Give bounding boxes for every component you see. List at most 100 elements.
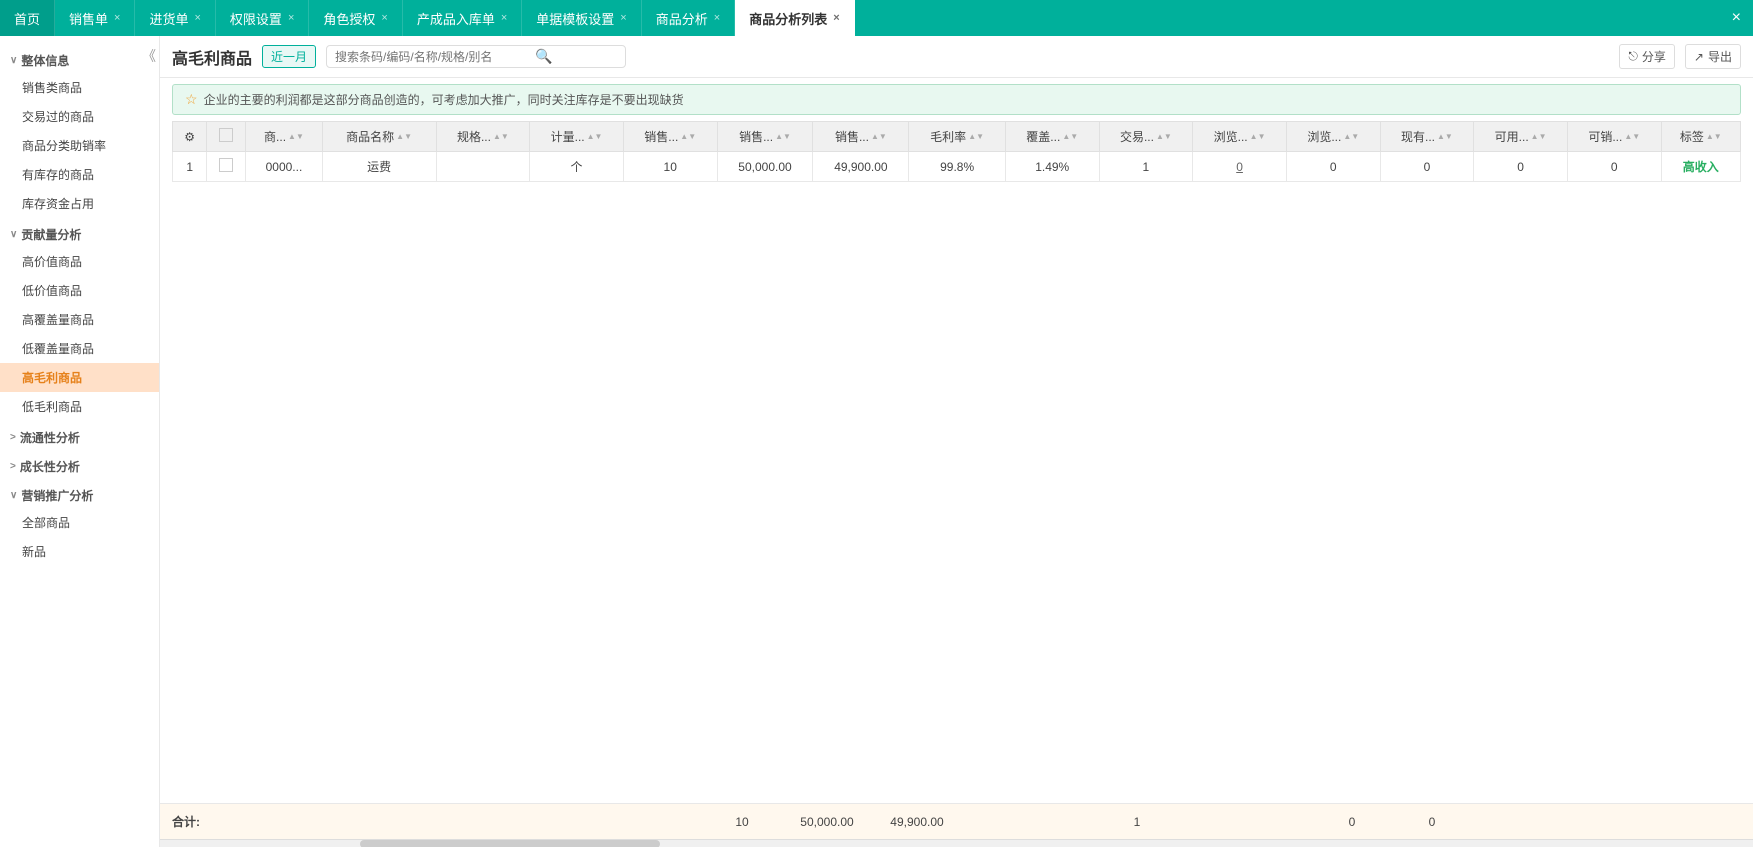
sort-icon-browse1[interactable]: ▲▼ bbox=[1250, 133, 1266, 141]
footer-cells: 1050,000.0049,900.00100 bbox=[292, 815, 1741, 829]
col-header-browse2[interactable]: 浏览...▲▼ bbox=[1286, 122, 1380, 152]
sidebar-group-流通性分析[interactable]: >流通性分析 bbox=[0, 421, 159, 450]
select-all-checkbox[interactable] bbox=[219, 128, 233, 142]
nav-close-icon[interactable]: × bbox=[288, 12, 294, 24]
nav-item-权限设置[interactable]: 权限设置× bbox=[216, 0, 309, 36]
sort-icon-coverage[interactable]: ▲▼ bbox=[1062, 133, 1078, 141]
nav-item-商品分析[interactable]: 商品分析× bbox=[642, 0, 735, 36]
sort-icon-name[interactable]: ▲▼ bbox=[396, 133, 412, 141]
nav-close-icon[interactable]: × bbox=[833, 12, 839, 24]
nav-item-单据模板设置[interactable]: 单据模板设置× bbox=[522, 0, 641, 36]
nav-close-icon[interactable]: × bbox=[714, 12, 720, 24]
main-layout: 《 ∨整体信息销售类商品交易过的商品商品分类助销率有库存的商品库存资金占用∨贡献… bbox=[0, 36, 1753, 847]
table-wrapper[interactable]: ⚙商...▲▼商品名称▲▼规格...▲▼计量...▲▼销售...▲▼销售...▲… bbox=[160, 121, 1753, 803]
cell-browse1[interactable]: 0 bbox=[1193, 152, 1287, 182]
group-arrow-icon: ∨ bbox=[10, 229, 17, 240]
sidebar-group-贡献量分析[interactable]: ∨贡献量分析 bbox=[0, 218, 159, 247]
nav-close-icon[interactable]: × bbox=[381, 12, 387, 24]
col-header-spec[interactable]: 规格...▲▼ bbox=[436, 122, 530, 152]
sort-icon-margin_rate[interactable]: ▲▼ bbox=[968, 133, 984, 141]
col-header-sales3[interactable]: 销售...▲▼ bbox=[813, 122, 909, 152]
sort-icon-unit[interactable]: ▲▼ bbox=[587, 133, 603, 141]
cell-saleable: 0 bbox=[1567, 152, 1661, 182]
col-header-available[interactable]: 可用...▲▼ bbox=[1474, 122, 1568, 152]
sidebar-item-全部商品[interactable]: 全部商品 bbox=[0, 508, 159, 537]
share-icon: ⎋ bbox=[1628, 49, 1638, 64]
sidebar-item-新品[interactable]: 新品 bbox=[0, 537, 159, 566]
sort-icon-tag[interactable]: ▲▼ bbox=[1706, 133, 1722, 141]
sort-icon-browse2[interactable]: ▲▼ bbox=[1343, 133, 1359, 141]
table-footer: 合计: 1050,000.0049,900.00100 bbox=[160, 803, 1753, 839]
col-header-margin_rate[interactable]: 毛利率▲▼ bbox=[909, 122, 1006, 152]
sidebar-item-有库存的商品[interactable]: 有库存的商品 bbox=[0, 160, 159, 189]
sidebar-group-成长性分析[interactable]: >成长性分析 bbox=[0, 450, 159, 479]
sidebar-item-高覆盖量商品[interactable]: 高覆盖量商品 bbox=[0, 305, 159, 334]
page-title: 高毛利商品 bbox=[172, 45, 252, 69]
col-header-saleable[interactable]: 可销...▲▼ bbox=[1567, 122, 1661, 152]
filter-button[interactable]: 近一月 bbox=[262, 45, 316, 68]
sort-icon-saleable[interactable]: ▲▼ bbox=[1624, 133, 1640, 141]
sidebar-item-商品分类助销率[interactable]: 商品分类助销率 bbox=[0, 131, 159, 160]
sort-icon-spec[interactable]: ▲▼ bbox=[493, 133, 509, 141]
sidebar-item-高毛利商品[interactable]: 高毛利商品 bbox=[0, 363, 159, 392]
sort-icon-available[interactable]: ▲▼ bbox=[1531, 133, 1547, 141]
search-icon[interactable]: 🔍 bbox=[535, 48, 552, 65]
nav-item-角色授权[interactable]: 角色授权× bbox=[309, 0, 402, 36]
nav-item-产成品入库单[interactable]: 产成品入库单× bbox=[403, 0, 522, 36]
sidebar-collapse-button[interactable]: 《 bbox=[139, 46, 159, 66]
col-header-name[interactable]: 商品名称▲▼ bbox=[322, 122, 436, 152]
share-button[interactable]: ⎋ 分享 bbox=[1619, 44, 1675, 69]
nav-item-销售单[interactable]: 销售单× bbox=[55, 0, 135, 36]
export-button[interactable]: ↗ 导出 bbox=[1685, 44, 1741, 69]
footer-label: 合计: bbox=[172, 813, 292, 830]
bottom-scrollbar[interactable] bbox=[160, 839, 1753, 847]
sidebar-item-低覆盖量商品[interactable]: 低覆盖量商品 bbox=[0, 334, 159, 363]
sort-icon-transaction[interactable]: ▲▼ bbox=[1156, 133, 1172, 141]
sort-icon-current[interactable]: ▲▼ bbox=[1437, 133, 1453, 141]
sidebar-item-库存资金占用[interactable]: 库存资金占用 bbox=[0, 189, 159, 218]
nav-close-icon[interactable]: × bbox=[194, 12, 200, 24]
col-header-transaction[interactable]: 交易...▲▼ bbox=[1099, 122, 1193, 152]
group-arrow-icon: ∨ bbox=[10, 55, 17, 66]
col-header-coverage[interactable]: 覆盖...▲▼ bbox=[1005, 122, 1099, 152]
sidebar-item-交易过的商品[interactable]: 交易过的商品 bbox=[0, 102, 159, 131]
sort-icon-sales3[interactable]: ▲▼ bbox=[871, 133, 887, 141]
nav-close-icon[interactable]: × bbox=[114, 12, 120, 24]
col-header-browse1[interactable]: 浏览...▲▼ bbox=[1193, 122, 1287, 152]
nav-item-首页[interactable]: 首页 bbox=[0, 0, 55, 36]
row-checkbox[interactable] bbox=[219, 158, 233, 172]
sort-icon-code[interactable]: ▲▼ bbox=[288, 133, 304, 141]
search-input[interactable] bbox=[335, 50, 535, 64]
nav-item-进货单[interactable]: 进货单× bbox=[135, 0, 215, 36]
col-header-unit[interactable]: 计量...▲▼ bbox=[530, 122, 624, 152]
close-all-tabs-button[interactable]: × bbox=[1720, 0, 1753, 36]
col-header-current[interactable]: 现有...▲▼ bbox=[1380, 122, 1474, 152]
cell-sales3: 49,900.00 bbox=[813, 152, 909, 182]
scrollbar-thumb[interactable] bbox=[360, 840, 660, 847]
sort-icon-sales2[interactable]: ▲▼ bbox=[775, 133, 791, 141]
cell-checkbox[interactable] bbox=[207, 152, 246, 182]
nav-close-icon[interactable]: × bbox=[501, 12, 507, 24]
sidebar-item-高价值商品[interactable]: 高价值商品 bbox=[0, 247, 159, 276]
cell-spec bbox=[436, 152, 530, 182]
settings-icon[interactable]: ⚙ bbox=[184, 130, 195, 144]
sort-icon-sales1[interactable]: ▲▼ bbox=[680, 133, 696, 141]
export-icon: ↗ bbox=[1694, 50, 1704, 64]
sidebar-item-低毛利商品[interactable]: 低毛利商品 bbox=[0, 392, 159, 421]
cell-margin_rate: 99.8% bbox=[909, 152, 1006, 182]
col-header-sales1[interactable]: 销售...▲▼ bbox=[623, 122, 717, 152]
sidebar-item-低价值商品[interactable]: 低价值商品 bbox=[0, 276, 159, 305]
nav-item-商品分析列表[interactable]: 商品分析列表× bbox=[735, 0, 854, 36]
col-header-sales2[interactable]: 销售...▲▼ bbox=[717, 122, 813, 152]
col-header-tag[interactable]: 标签▲▼ bbox=[1661, 122, 1740, 152]
sidebar-item-销售类商品[interactable]: 销售类商品 bbox=[0, 73, 159, 102]
cell-current: 0 bbox=[1380, 152, 1474, 182]
sidebar-group-整体信息[interactable]: ∨整体信息 bbox=[0, 44, 159, 73]
nav-close-icon[interactable]: × bbox=[620, 12, 626, 24]
col-header-code[interactable]: 商...▲▼ bbox=[246, 122, 322, 152]
cell-tag: 高收入 bbox=[1661, 152, 1740, 182]
content-area: 高毛利商品 近一月 🔍 ⎋ 分享 ↗ 导出 ☆ 企业的主要的利润都是这部分商品创… bbox=[160, 36, 1753, 847]
data-table: ⚙商...▲▼商品名称▲▼规格...▲▼计量...▲▼销售...▲▼销售...▲… bbox=[172, 121, 1741, 182]
sidebar-group-营销推广分析[interactable]: ∨营销推广分析 bbox=[0, 479, 159, 508]
tip-icon: ☆ bbox=[185, 91, 198, 108]
